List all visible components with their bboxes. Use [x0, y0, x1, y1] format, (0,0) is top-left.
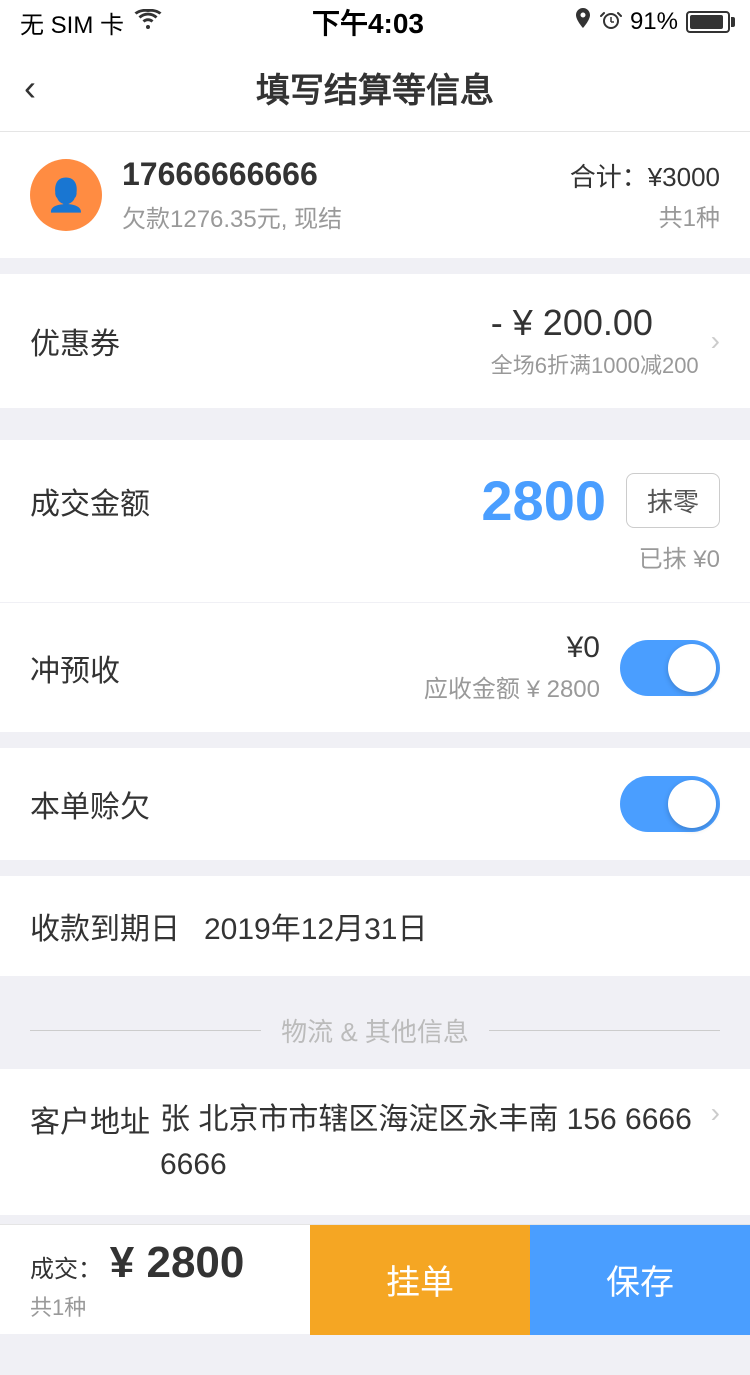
address-right: 张 北京市市辖区海淀区永丰南 156 6666 6666 › — [160, 1097, 720, 1187]
avatar-icon: 👤 — [46, 176, 86, 214]
gray-separator — [0, 424, 750, 440]
hang-order-button[interactable]: 挂单 — [310, 1225, 530, 1335]
address-text: 张 北京市市辖区海淀区永丰南 156 6666 6666 — [160, 1097, 695, 1187]
amount-sub: 已抹 ¥0 — [30, 539, 720, 574]
address-chevron-icon: › — [711, 1097, 720, 1129]
wifi-icon — [134, 8, 162, 36]
nav-bar: ‹ 填写结算等信息 — [0, 44, 750, 132]
coupon-section[interactable]: 优惠券 - ¥ 200.00 全场6折满1000减200 › — [0, 274, 750, 408]
address-label: 客户地址 — [30, 1097, 160, 1141]
save-button[interactable]: 保存 — [530, 1225, 750, 1335]
coupon-right: - ¥ 200.00 全场6折满1000减200 › — [491, 302, 720, 380]
carrier-text: 无 SIM 卡 — [20, 5, 124, 40]
prepay-value: ¥0 应收金额 ¥ 2800 — [424, 631, 600, 704]
amount-row: 成交金额 2800 抹零 — [30, 468, 720, 533]
amount-value: 2800 — [481, 468, 606, 533]
alarm-icon — [600, 8, 622, 37]
user-phone: 17666666666 — [122, 156, 342, 193]
user-info-section: 👤 17666666666 欠款1276.35元, 现结 合计：¥3000 共1… — [0, 132, 750, 258]
toggle-thumb — [668, 644, 716, 692]
due-date-section: 收款到期日 2019年12月31日 — [0, 876, 750, 976]
content: 👤 17666666666 欠款1276.35元, 现结 合计：¥3000 共1… — [0, 132, 750, 1375]
prepay-toggle[interactable] — [620, 640, 720, 696]
prepay-row: 冲预收 ¥0 应收金额 ¥ 2800 — [30, 631, 720, 704]
logistics-line-right — [489, 1030, 720, 1031]
user-totals: 合计：¥3000 共1种 — [570, 157, 720, 233]
prepay-sub: 应收金额 ¥ 2800 — [424, 669, 600, 704]
location-icon — [574, 8, 592, 37]
round-button[interactable]: 抹零 — [626, 473, 720, 528]
user-sub: 欠款1276.35元, 现结 — [122, 199, 342, 234]
page-title: 填写结算等信息 — [256, 63, 494, 112]
status-bar: 无 SIM 卡 下午4:03 91% — [0, 0, 750, 44]
battery-percent: 91% — [630, 8, 678, 36]
address-section[interactable]: 客户地址 张 北京市市辖区海淀区永丰南 156 6666 6666 › — [0, 1069, 750, 1215]
bottom-info: 成交： ¥ 2800 共1种 — [0, 1238, 310, 1322]
prepay-label: 冲预收 — [30, 646, 120, 690]
total-count: 共1种 — [570, 198, 720, 233]
logistics-separator: 物流 & 其他信息 — [0, 992, 750, 1069]
bottom-count: 共1种 — [30, 1290, 280, 1322]
user-details: 17666666666 欠款1276.35元, 现结 — [122, 156, 342, 234]
time-display: 下午4:03 — [312, 2, 424, 42]
avatar: 👤 — [30, 159, 102, 231]
bottom-amount: ¥ 2800 — [110, 1238, 245, 1287]
prepay-right: ¥0 应收金额 ¥ 2800 — [424, 631, 720, 704]
prepay-section: 冲预收 ¥0 应收金额 ¥ 2800 — [0, 602, 750, 732]
status-right: 91% — [574, 8, 730, 37]
due-value: 2019年12月31日 — [204, 904, 427, 948]
battery-icon — [686, 11, 730, 33]
amount-right: 2800 抹零 — [481, 468, 720, 533]
deferred-toggle-thumb — [668, 780, 716, 828]
status-left: 无 SIM 卡 — [20, 5, 162, 40]
coupon-label: 优惠券 — [30, 319, 120, 363]
amount-label: 成交金额 — [30, 479, 150, 523]
total-label: 合计：¥3000 — [570, 157, 720, 194]
user-left: 👤 17666666666 欠款1276.35元, 现结 — [30, 156, 342, 234]
coupon-discount: - ¥ 200.00 — [491, 302, 699, 344]
deferred-toggle[interactable] — [620, 776, 720, 832]
back-button[interactable]: ‹ — [24, 67, 36, 109]
deferred-label: 本单赊欠 — [30, 782, 150, 826]
bottom-label: 成交： — [30, 1256, 102, 1283]
chevron-right-icon: › — [711, 325, 720, 357]
prepay-amount: ¥0 — [424, 631, 600, 665]
logistics-text: 物流 & 其他信息 — [281, 1012, 469, 1049]
due-row: 收款到期日 2019年12月31日 — [30, 904, 720, 948]
coupon-detail: 全场6折满1000减200 — [491, 348, 699, 380]
coupon-info: - ¥ 200.00 全场6折满1000减200 — [491, 302, 699, 380]
amount-section: 成交金额 2800 抹零 已抹 ¥0 — [0, 440, 750, 602]
due-label: 收款到期日 — [30, 904, 180, 948]
bottom-bar: 成交： ¥ 2800 共1种 挂单 保存 — [0, 1224, 750, 1334]
logistics-line-left — [30, 1030, 261, 1031]
bottom-label-amount: 成交： ¥ 2800 — [30, 1238, 280, 1288]
deferred-section: 本单赊欠 — [0, 748, 750, 860]
